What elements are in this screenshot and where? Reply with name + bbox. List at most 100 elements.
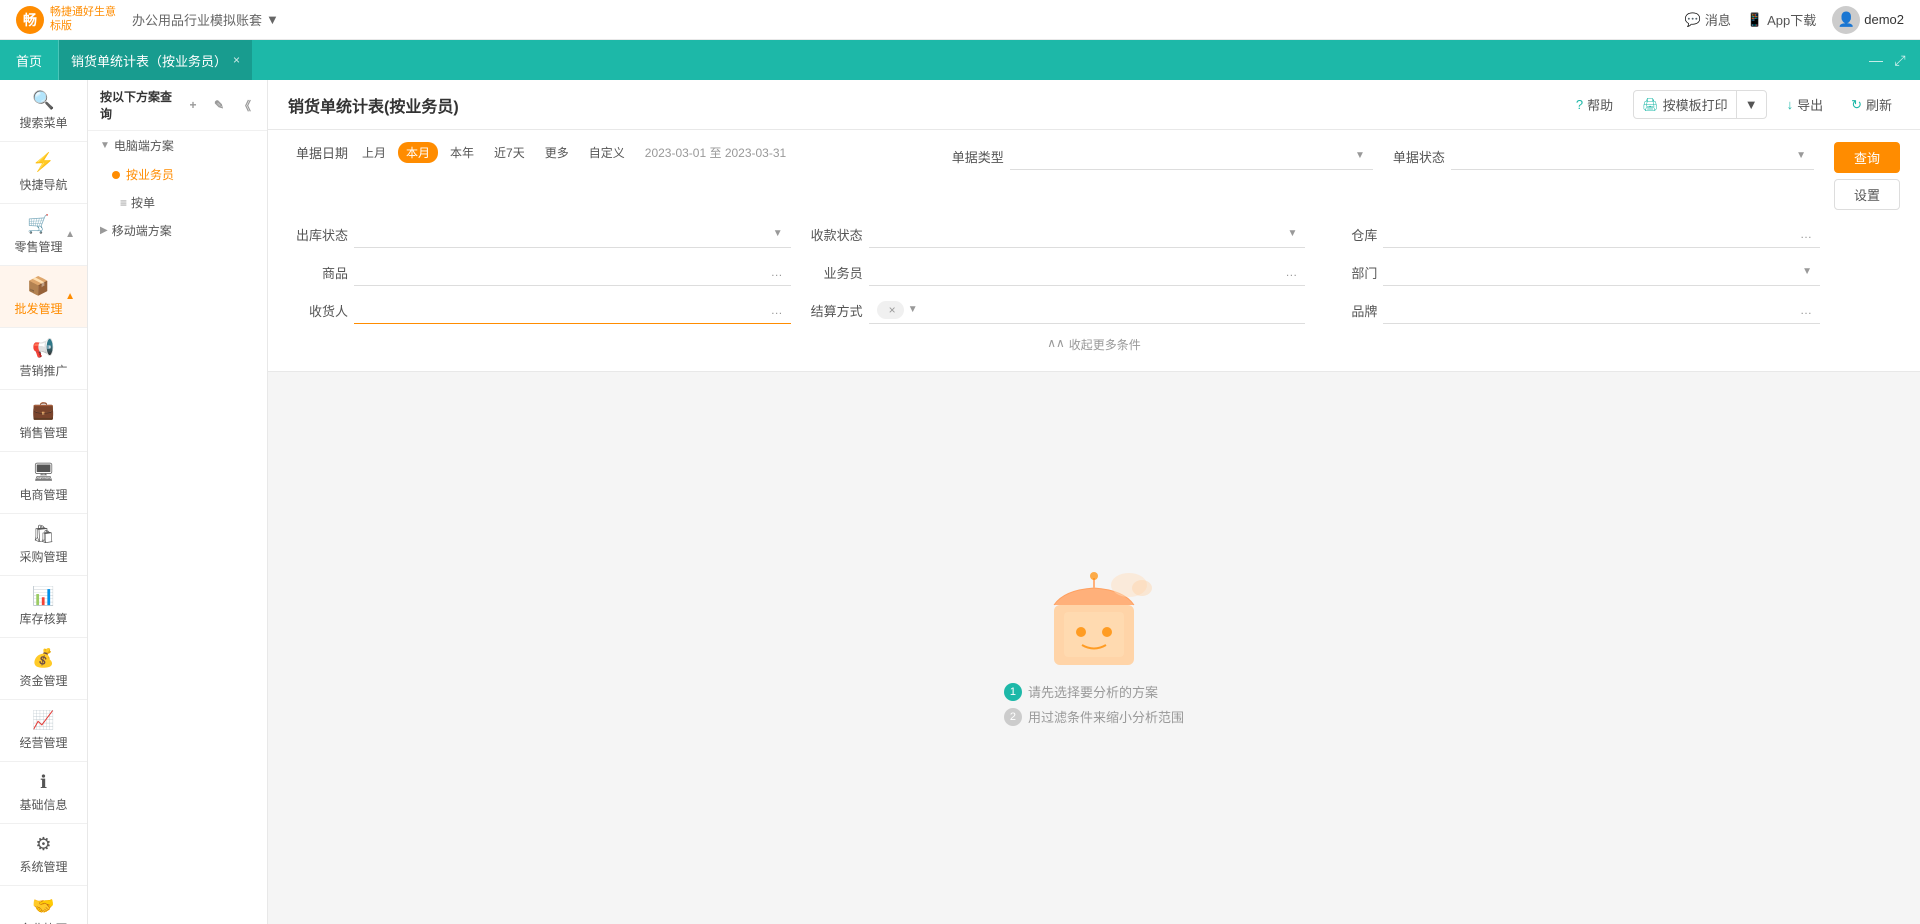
salesperson-field[interactable]: … xyxy=(869,258,1306,286)
stock-status-field[interactable]: ▼ xyxy=(354,220,791,248)
scheme-group-pc[interactable]: ▼ 电脑端方案 xyxy=(88,131,267,160)
sidebar-item-wholesale-label: 批发管理 xyxy=(15,300,63,317)
sidebar-item-finance[interactable]: 💰 资金管理 xyxy=(0,638,87,700)
settlement-field[interactable]: × ▼ xyxy=(869,296,1306,324)
workspace-selector[interactable]: 办公用品行业模拟账套 ▼ xyxy=(124,6,287,33)
sidebar-item-sales-label: 销售管理 xyxy=(19,424,67,441)
collapse-label: 收起更多条件 xyxy=(1069,336,1141,353)
date-last-month-btn[interactable]: 上月 xyxy=(354,142,394,163)
mobile-group-arrow: ▶ xyxy=(100,225,108,236)
doc-status-field[interactable]: ▼ xyxy=(1451,142,1814,170)
empty-state: 1 请先选择要分析的方案 2 用过滤条件来缩小分析范围 xyxy=(268,372,1920,924)
retail-icon: 🛒 xyxy=(27,214,49,235)
filter-panel: 单据日期 上月 本月 本年 近7天 更多 自定义 2023-03-01 至 20… xyxy=(268,130,1920,372)
template-print-btn[interactable]: 🖨 按模板打印 xyxy=(1634,91,1737,118)
settlement-clear-btn[interactable]: × xyxy=(889,303,896,317)
sidebar-item-system-label: 系统管理 xyxy=(19,858,67,875)
enterprise-icon: 🤝 xyxy=(32,896,54,917)
query-btn[interactable]: 查询 xyxy=(1834,142,1900,173)
user-area[interactable]: 👤 demo2 xyxy=(1832,6,1904,34)
stock-status-dropdown-icon: ▼ xyxy=(773,228,783,239)
department-dropdown-icon: ▼ xyxy=(1802,266,1812,277)
scheme-item-salesperson[interactable]: 按业务员 xyxy=(88,160,267,189)
empty-illustration xyxy=(1034,570,1154,670)
export-btn[interactable]: ↓ 导出 xyxy=(1779,91,1832,118)
settings-btn[interactable]: 设置 xyxy=(1834,179,1900,210)
recipient-label: 收货人 xyxy=(288,301,348,320)
warehouse-label: 仓库 xyxy=(1317,225,1377,244)
scheme-add-btn[interactable]: + xyxy=(183,95,203,115)
template-print-dropdown-btn[interactable]: ▼ xyxy=(1737,93,1766,116)
empty-hint-2: 2 用过滤条件来缩小分析范围 xyxy=(1004,707,1184,726)
marketing-icon: 📢 xyxy=(32,338,54,359)
payment-status-dropdown-icon: ▼ xyxy=(1287,228,1297,239)
date-range-text: 2023-03-01 至 2023-03-31 xyxy=(645,144,786,161)
wholesale-icon: 📦 xyxy=(27,276,49,297)
tab-home[interactable]: 首页 xyxy=(0,40,59,80)
date-custom-btn[interactable]: 自定义 xyxy=(581,142,633,163)
payment-status-field[interactable]: ▼ xyxy=(869,220,1306,248)
tab-active[interactable]: 销货单统计表（按业务员） × xyxy=(59,40,252,80)
app-download-icon: 📱 xyxy=(1747,12,1763,28)
sidebar-item-basic[interactable]: ℹ 基础信息 xyxy=(0,762,87,824)
collapse-bar[interactable]: ∧∧ 收起更多条件 xyxy=(288,330,1900,359)
user-name: demo2 xyxy=(1864,12,1904,27)
date-label: 单据日期 xyxy=(288,143,348,162)
date-this-month-btn[interactable]: 本月 xyxy=(398,142,438,163)
sidebar-item-search[interactable]: 🔍 搜索菜单 xyxy=(0,80,87,142)
date-more-btn[interactable]: 更多 xyxy=(537,142,577,163)
scheme-group-mobile[interactable]: ▶ 移动端方案 xyxy=(88,216,267,245)
salesperson-label: 业务员 xyxy=(803,263,863,282)
scheme-item-order[interactable]: ≡ 按单 xyxy=(88,189,267,216)
brand-more-icon: … xyxy=(1800,303,1812,317)
department-label: 部门 xyxy=(1317,263,1377,282)
sidebar-item-system[interactable]: ⚙ 系统管理 xyxy=(0,824,87,886)
system-icon: ⚙ xyxy=(35,834,51,855)
sidebar-item-ecommerce[interactable]: 🖥 电商管理 xyxy=(0,452,87,514)
page-actions: ? 帮助 🖨 按模板打印 ▼ ↓ 导出 xyxy=(1568,90,1900,119)
sidebar-item-enterprise[interactable]: 🤝 企业协同 xyxy=(0,886,87,924)
message-icon: 💬 xyxy=(1685,12,1701,28)
collapse-icon: 《 xyxy=(239,97,251,114)
scheme-edit-btn[interactable]: ✎ xyxy=(209,95,229,115)
operations-icon: 📈 xyxy=(32,710,54,731)
sidebar-item-shortcut[interactable]: ⚡ 快捷导航 xyxy=(0,142,87,204)
right-panel: 销货单统计表(按业务员) ? 帮助 🖨 按模板打印 ▼ xyxy=(268,80,1920,924)
tab-bar: 首页 销货单统计表（按业务员） × — ⤢ xyxy=(0,40,1920,80)
export-icon: ↓ xyxy=(1787,97,1794,112)
date-last-7days-btn[interactable]: 近7天 xyxy=(486,142,533,163)
warehouse-field[interactable]: … xyxy=(1383,220,1820,248)
print-icon: 🖨 xyxy=(1642,97,1659,113)
sidebar-item-sales[interactable]: 💼 销售管理 xyxy=(0,390,87,452)
message-btn[interactable]: 💬 消息 xyxy=(1685,10,1731,29)
doc-type-field[interactable]: ▼ xyxy=(1010,142,1373,170)
brand-field[interactable]: … xyxy=(1383,296,1820,324)
department-field[interactable]: ▼ xyxy=(1383,258,1820,286)
sidebar-item-operations[interactable]: 📈 经营管理 xyxy=(0,700,87,762)
logo-area: 畅 畅捷通好生意 标版 xyxy=(16,6,116,34)
sidebar-item-wholesale[interactable]: 📦 批发管理 ▲ xyxy=(0,266,87,328)
sidebar-item-purchase-label: 采购管理 xyxy=(19,548,67,565)
product-field[interactable]: … xyxy=(354,258,791,286)
logo-text: 畅捷通好生意 标版 xyxy=(50,6,116,32)
query-buttons: 查询 设置 xyxy=(1834,142,1900,210)
help-btn[interactable]: ? 帮助 xyxy=(1568,91,1621,118)
recipient-field[interactable]: … xyxy=(354,296,791,324)
retail-arrow-icon: ▲ xyxy=(65,229,75,240)
sidebar-item-retail[interactable]: 🛒 零售管理 ▲ xyxy=(0,204,87,266)
ecommerce-icon: 🖥 xyxy=(32,462,55,483)
date-this-year-btn[interactable]: 本年 xyxy=(442,142,482,163)
sidebar-item-purchase[interactable]: 🛍 采购管理 xyxy=(0,514,87,576)
minimize-btn[interactable]: — xyxy=(1868,52,1884,68)
app-download-btn[interactable]: 📱 App下载 xyxy=(1747,10,1816,29)
logo-icon: 畅 xyxy=(16,6,44,34)
warehouse-more-icon: … xyxy=(1800,227,1812,241)
sidebar-item-inventory[interactable]: 📊 库存核算 xyxy=(0,576,87,638)
sidebar-item-marketing[interactable]: 📢 营销推广 xyxy=(0,328,87,390)
maximize-btn[interactable]: ⤢ xyxy=(1892,52,1908,68)
refresh-btn[interactable]: ↻ 刷新 xyxy=(1843,91,1900,118)
brand-label: 品牌 xyxy=(1317,301,1377,320)
scheme-collapse-btn[interactable]: 《 xyxy=(235,95,255,115)
sidebar-item-finance-label: 资金管理 xyxy=(19,672,67,689)
tab-close-btn[interactable]: × xyxy=(233,53,240,67)
